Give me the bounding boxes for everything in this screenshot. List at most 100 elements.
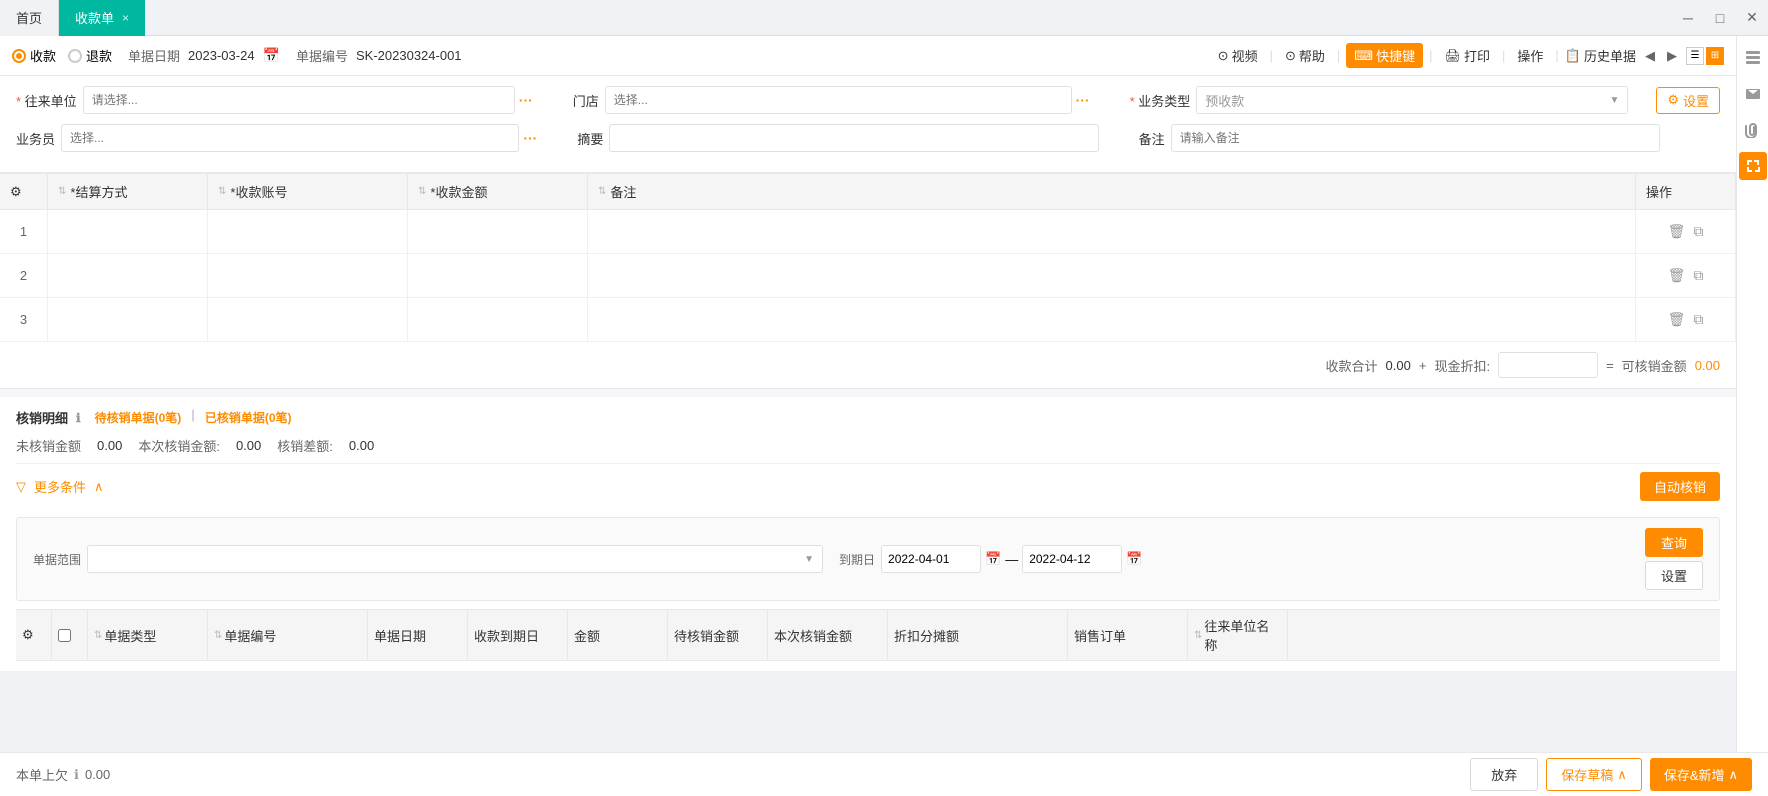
th-settlement: ⇅ *结算方式: [48, 174, 208, 209]
query-button[interactable]: 查询: [1645, 528, 1703, 557]
more-conditions[interactable]: ▽ 更多条件 ∧: [16, 477, 104, 496]
row-1-actions: 🗑 ⧉: [1636, 210, 1736, 253]
tab-receipt[interactable]: 收款单 ×: [59, 0, 145, 36]
current-label: 本次核销金额:: [138, 436, 220, 455]
row-2-account[interactable]: [208, 254, 408, 297]
reconcile-settings-button[interactable]: 设置: [1645, 561, 1703, 590]
calendar-from-icon[interactable]: 📅: [985, 551, 1001, 567]
row-3-settlement[interactable]: [48, 298, 208, 341]
next-arrow[interactable]: ▶: [1662, 46, 1682, 66]
counterparty-input[interactable]: [83, 86, 515, 114]
layout-list[interactable]: ☰: [1686, 47, 1704, 65]
auto-reconcile-button[interactable]: 自动核销: [1640, 472, 1720, 501]
bottom-left: 本单上欠 ℹ 0.00: [16, 765, 110, 784]
settings-icon: ⚙: [1667, 92, 1679, 108]
doc-date-label: 单据日期: [128, 46, 180, 65]
form-settings-button[interactable]: ⚙ 设置: [1656, 87, 1720, 114]
calendar-to-icon[interactable]: 📅: [1126, 551, 1142, 567]
prev-arrow[interactable]: ◀: [1640, 46, 1660, 66]
th-gear[interactable]: ⚙: [0, 174, 48, 209]
row-3-amount[interactable]: [408, 298, 588, 341]
row-3-delete-icon[interactable]: 🗑: [1668, 311, 1686, 328]
detail-th-checkbox[interactable]: [52, 610, 88, 660]
discard-button[interactable]: 放弃: [1470, 758, 1538, 791]
detail-th-doc-no: ⇅ 单据编号: [208, 610, 368, 660]
row-3-account[interactable]: [208, 298, 408, 341]
th-account-label: *收款账号: [230, 182, 287, 201]
summary-label: 摘要: [577, 129, 603, 148]
store-field: 门店 ···: [573, 86, 1090, 114]
close-button[interactable]: ✕: [1736, 0, 1768, 36]
table-row: 2 🗑 ⧉: [0, 254, 1736, 298]
total-value: 0.00: [1386, 358, 1411, 373]
row-2-settlement[interactable]: [48, 254, 208, 297]
row-2-copy-icon[interactable]: ⧉: [1693, 267, 1703, 284]
discount-input[interactable]: [1498, 352, 1598, 378]
draft-button[interactable]: 保存草稿 ∧: [1546, 758, 1642, 791]
row-3-actions: 🗑 ⧉: [1636, 298, 1736, 341]
select-all-checkbox[interactable]: [58, 629, 71, 642]
save-button[interactable]: 保存&新增 ∧: [1650, 758, 1752, 791]
date-from-input[interactable]: [881, 545, 981, 573]
staff-input[interactable]: [61, 124, 519, 152]
th-account: ⇅ *收款账号: [208, 174, 408, 209]
search-form: 单据范围 ▼ 到期日 📅 — 📅: [16, 517, 1720, 601]
row-num-1: 1: [0, 210, 48, 253]
info-icon-bottom: ℹ: [74, 767, 79, 783]
row-1-copy-icon[interactable]: ⧉: [1693, 223, 1703, 240]
th-action-label: 操作: [1646, 182, 1672, 201]
unreconciled-label: 未核销金额: [16, 436, 81, 455]
detail-th-gear[interactable]: ⚙: [16, 610, 52, 660]
remark-input[interactable]: [1171, 124, 1660, 152]
shortcut-button[interactable]: ⌨ 快捷键: [1346, 43, 1423, 68]
refund-radio[interactable]: 退款: [68, 46, 112, 65]
calendar-icon[interactable]: 📅: [263, 47, 280, 64]
biz-type-select[interactable]: 预收款 ▼: [1196, 86, 1628, 114]
counterparty-more-btn[interactable]: ···: [519, 92, 533, 108]
row-1-account[interactable]: [208, 210, 408, 253]
row-1-remark[interactable]: [588, 210, 1636, 253]
doc-limit-label: 本单上欠: [16, 765, 68, 784]
row-1-settlement[interactable]: [48, 210, 208, 253]
store-more-btn[interactable]: ···: [1076, 92, 1090, 108]
pending-tab[interactable]: 待核销单据(0笔): [89, 407, 188, 428]
receipt-radio[interactable]: 收款: [12, 46, 56, 65]
row-3-remark[interactable]: [588, 298, 1636, 341]
staff-more-btn[interactable]: ···: [523, 130, 537, 146]
sidebar-attachment-icon[interactable]: [1739, 116, 1767, 144]
layout-grid[interactable]: ⊞: [1706, 47, 1724, 65]
help-button[interactable]: ⊙ 帮助: [1279, 44, 1331, 67]
bottom-buttons: 放弃 保存草稿 ∧ 保存&新增 ∧: [1470, 758, 1752, 791]
row-3-copy-icon[interactable]: ⧉: [1693, 311, 1703, 328]
maximize-button[interactable]: □: [1704, 0, 1736, 36]
right-sidebar: [1736, 36, 1768, 796]
net-value: 0.00: [1695, 358, 1720, 373]
doc-range-select[interactable]: ▼: [87, 545, 823, 573]
discount-label: 现金折扣:: [1434, 356, 1490, 375]
tab-home[interactable]: 首页: [0, 0, 59, 36]
sidebar-mail-icon[interactable]: [1739, 80, 1767, 108]
video-button[interactable]: ⊙ 视频: [1212, 44, 1264, 67]
sidebar-table-icon[interactable]: [1739, 44, 1767, 72]
minimize-button[interactable]: ─: [1672, 0, 1704, 36]
print-button[interactable]: 🖨 打印: [1438, 44, 1496, 67]
staff-label: 业务员: [16, 129, 55, 148]
tab-close-icon[interactable]: ×: [122, 11, 129, 25]
filter-row: ▽ 更多条件 ∧ 自动核销: [16, 463, 1720, 509]
staff-field: 业务员 ···: [16, 124, 537, 152]
row-1-amount[interactable]: [408, 210, 588, 253]
row-2-delete-icon[interactable]: 🗑: [1668, 267, 1686, 284]
reconcile-info-icon[interactable]: ℹ: [76, 411, 81, 425]
history-button[interactable]: 📋 历史单据: [1565, 46, 1636, 65]
operation-button[interactable]: 操作: [1511, 44, 1549, 67]
row-1-delete-icon[interactable]: 🗑: [1668, 223, 1686, 240]
row-2-remark[interactable]: [588, 254, 1636, 297]
window-controls: ─ □ ✕: [1672, 0, 1768, 36]
row-2-amount[interactable]: [408, 254, 588, 297]
sidebar-expand-icon[interactable]: [1739, 152, 1767, 180]
summary-input[interactable]: [609, 124, 1098, 152]
gear-icon: ⚙: [10, 184, 22, 200]
completed-tab[interactable]: 已核销单据(0笔): [199, 407, 298, 428]
store-input[interactable]: [605, 86, 1072, 114]
date-to-input[interactable]: [1022, 545, 1122, 573]
